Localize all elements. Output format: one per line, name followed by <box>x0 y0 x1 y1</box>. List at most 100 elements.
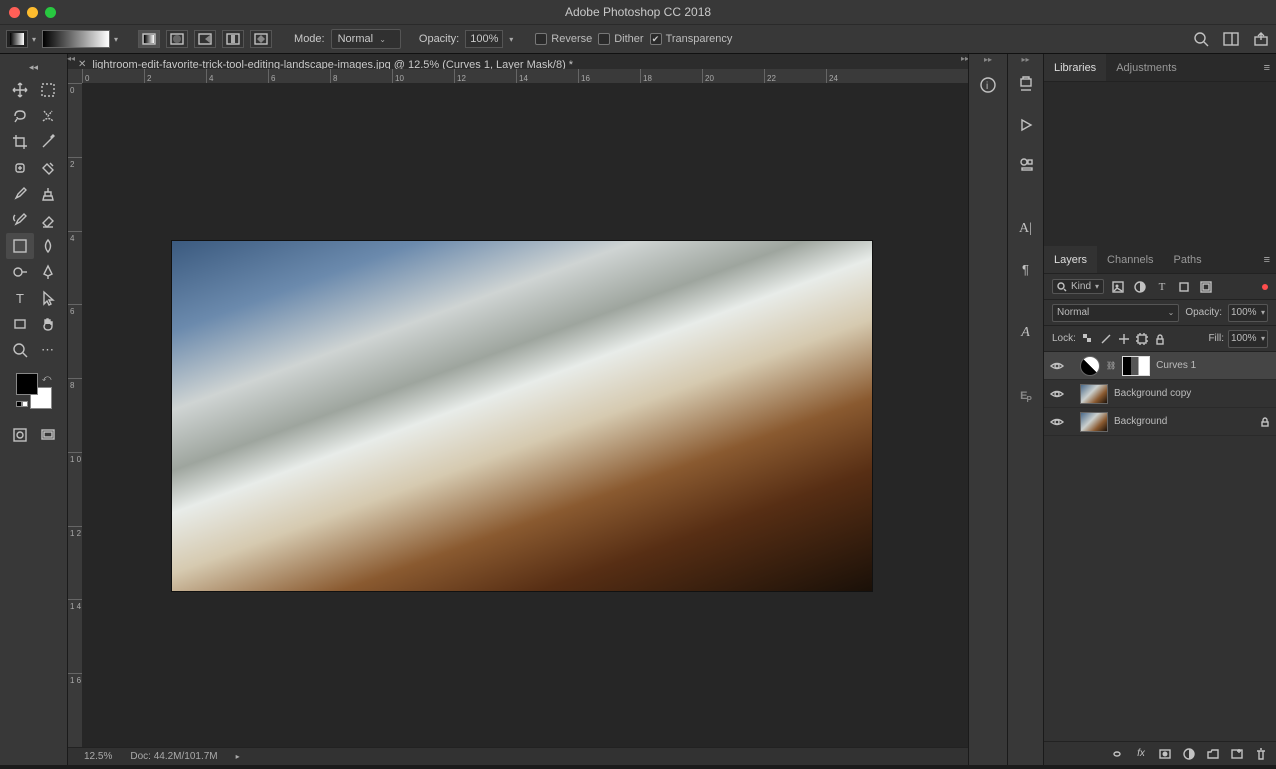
transparency-checkbox[interactable]: ✔Transparency <box>650 33 733 45</box>
layer-visibility-icon[interactable] <box>1050 361 1064 371</box>
lasso-tool[interactable] <box>6 103 34 129</box>
lock-pixels-icon[interactable] <box>1100 333 1112 345</box>
layer-row[interactable]: Background <box>1044 408 1276 436</box>
layer-mask-thumb[interactable] <box>1122 356 1150 376</box>
zoom-level[interactable]: 12.5% <box>84 751 112 762</box>
adjustment-layer-icon[interactable] <box>1182 747 1196 761</box>
delete-layer-icon[interactable] <box>1254 747 1268 761</box>
collapse-toolbar-icon[interactable]: ◂◂ <box>29 62 38 73</box>
layer-opacity-input[interactable]: 100%▾ <box>1228 304 1268 322</box>
filter-adjustment-icon[interactable] <box>1132 279 1148 295</box>
canvas[interactable] <box>82 83 968 747</box>
patch-tool[interactable] <box>34 155 62 181</box>
spot-healing-tool[interactable] <box>6 155 34 181</box>
blur-tool[interactable] <box>34 233 62 259</box>
pen-tool[interactable] <box>34 259 62 285</box>
character-panel-icon[interactable]: A| <box>1015 218 1037 240</box>
tool-preset-picker[interactable]: ▾ <box>6 30 36 48</box>
layer-name[interactable]: Background <box>1114 416 1167 427</box>
brush-tool[interactable] <box>6 181 34 207</box>
opacity-input[interactable]: 100% <box>465 30 503 48</box>
layer-mask-icon[interactable] <box>1158 747 1172 761</box>
filter-toggle-switch[interactable] <box>1262 284 1268 290</box>
foreground-color-swatch[interactable] <box>16 373 38 395</box>
layer-style-icon[interactable]: fx <box>1134 747 1148 761</box>
tab-channels[interactable]: Channels <box>1097 246 1163 273</box>
opacity-stepper[interactable]: ▾ <box>509 35 513 44</box>
expand-panels-icon[interactable]: ▸▸ <box>984 55 992 64</box>
doc-collapse-left-icon[interactable]: ◂◂ <box>67 54 75 63</box>
tab-libraries[interactable]: Libraries <box>1044 54 1106 81</box>
expand-panels-icon-2[interactable]: ▸▸ <box>1021 55 1029 64</box>
panel-menu-icon[interactable]: ≡ <box>1258 54 1276 81</box>
move-tool[interactable] <box>6 77 34 103</box>
layer-visibility-icon[interactable] <box>1050 417 1064 427</box>
gradient-tool[interactable] <box>6 233 34 259</box>
doc-size-info[interactable]: Doc: 44.2M/101.7M <box>130 751 217 762</box>
dither-checkbox[interactable]: Dither <box>598 33 643 45</box>
layer-name[interactable]: Background copy <box>1114 388 1191 399</box>
glyphs-panel-icon[interactable]: A <box>1015 322 1037 344</box>
rect-marquee-tool[interactable] <box>34 77 62 103</box>
crop-tool[interactable] <box>6 129 34 155</box>
mask-link-icon[interactable]: ⛓ <box>1106 361 1116 370</box>
history-panel-icon[interactable] <box>1015 74 1037 96</box>
lock-artboard-icon[interactable] <box>1136 333 1148 345</box>
type-tool[interactable]: T <box>6 285 34 311</box>
group-layers-icon[interactable] <box>1206 747 1220 761</box>
gradient-picker[interactable]: ▾ <box>42 30 118 48</box>
search-icon[interactable] <box>1192 30 1210 48</box>
linear-gradient-button[interactable] <box>138 30 160 48</box>
layer-row[interactable]: ⛓Curves 1 <box>1044 352 1276 380</box>
tab-paths[interactable]: Paths <box>1164 246 1212 273</box>
status-chevron-icon[interactable]: ▸ <box>236 752 240 761</box>
eyedropper-tool[interactable] <box>34 129 62 155</box>
layer-filter-kind-select[interactable]: Kind ▾ <box>1052 279 1104 294</box>
eraser-tool[interactable] <box>34 207 62 233</box>
mode-select[interactable]: Normal ⌄ <box>331 29 401 49</box>
rectangle-shape-tool[interactable] <box>6 311 34 337</box>
reflected-gradient-button[interactable] <box>222 30 244 48</box>
filter-smart-icon[interactable] <box>1198 279 1214 295</box>
screen-mode-button[interactable] <box>34 427 62 443</box>
actions-panel-icon[interactable] <box>1015 114 1037 136</box>
lock-position-icon[interactable] <box>1118 333 1130 345</box>
libraries-panel-body[interactable] <box>1044 82 1276 246</box>
radial-gradient-button[interactable] <box>166 30 188 48</box>
swap-colors-icon[interactable]: ⤺ <box>42 373 52 384</box>
quick-select-tool[interactable] <box>34 103 62 129</box>
filter-pixel-icon[interactable] <box>1110 279 1126 295</box>
fill-input[interactable]: 100%▾ <box>1228 330 1268 348</box>
filter-shape-icon[interactable] <box>1176 279 1192 295</box>
extension-panel-icon[interactable]: EP <box>1015 386 1037 408</box>
layer-row[interactable]: Background copy <box>1044 380 1276 408</box>
hand-tool[interactable] <box>34 311 62 337</box>
history-brush-tool[interactable] <box>6 207 34 233</box>
path-select-tool[interactable] <box>34 285 62 311</box>
timeline-panel-icon[interactable] <box>1015 154 1037 176</box>
blend-mode-select[interactable]: Normal⌄ <box>1052 304 1179 322</box>
info-panel-icon[interactable]: i <box>977 74 999 96</box>
new-layer-icon[interactable] <box>1230 747 1244 761</box>
paragraph-panel-icon[interactable]: ¶ <box>1015 258 1037 280</box>
layers-panel-menu-icon[interactable]: ≡ <box>1258 246 1276 273</box>
angle-gradient-button[interactable] <box>194 30 216 48</box>
edit-toolbar-button[interactable]: ⋯ <box>34 337 62 363</box>
layer-locked-icon[interactable] <box>1260 417 1270 427</box>
quick-mask-button[interactable] <box>6 427 34 443</box>
workspace-switcher-icon[interactable] <box>1222 30 1240 48</box>
lock-transparency-icon[interactable] <box>1082 333 1094 345</box>
reverse-checkbox[interactable]: Reverse <box>535 33 592 45</box>
share-icon[interactable] <box>1252 30 1270 48</box>
tab-adjustments[interactable]: Adjustments <box>1106 54 1187 81</box>
zoom-tool[interactable] <box>6 337 34 363</box>
clone-stamp-tool[interactable] <box>34 181 62 207</box>
default-colors-icon[interactable] <box>16 400 28 409</box>
layer-visibility-icon[interactable] <box>1050 389 1064 399</box>
diamond-gradient-button[interactable] <box>250 30 272 48</box>
ruler-vertical[interactable]: 024681 01 21 41 6 <box>68 83 82 747</box>
ruler-horizontal[interactable]: 024681012141618202224 <box>68 69 968 83</box>
filter-type-icon[interactable]: T <box>1154 279 1170 295</box>
link-layers-icon[interactable] <box>1110 747 1124 761</box>
lock-all-icon[interactable] <box>1154 333 1166 345</box>
